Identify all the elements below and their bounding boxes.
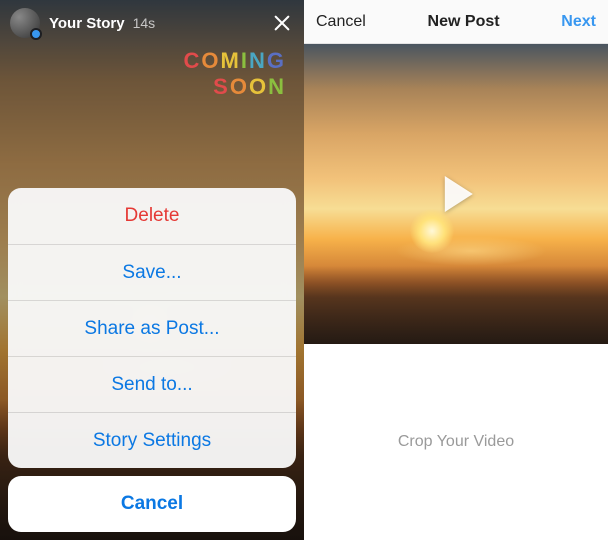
action-sheet: Delete Save... Share as Post... Send to.… [8,188,296,532]
save-button[interactable]: Save... [8,244,296,300]
send-to-button[interactable]: Send to... [8,356,296,412]
crop-panel[interactable]: Crop Your Video [304,344,608,540]
avatar[interactable] [10,8,40,38]
action-sheet-options: Delete Save... Share as Post... Send to.… [8,188,296,468]
cancel-button[interactable]: Cancel [8,476,296,532]
story-settings-button[interactable]: Story Settings [8,412,296,468]
new-post-screen: Cancel New Post Next Crop Your Video [304,0,608,540]
coming-soon-sticker: COMING SOON [184,48,286,100]
header-title: New Post [428,13,500,31]
share-as-post-button[interactable]: Share as Post... [8,300,296,356]
story-screen: Your Story 14s COMING SOON Delete Save..… [0,0,304,540]
delete-button[interactable]: Delete [8,188,296,244]
story-header: Your Story 14s [10,8,294,38]
new-post-header: Cancel New Post Next [304,0,608,44]
story-title: Your Story [49,15,125,32]
story-time: 14s [133,15,156,31]
horizon-silhouette [304,266,608,344]
video-preview[interactable] [304,44,608,344]
close-icon[interactable] [270,11,294,35]
play-icon[interactable] [445,176,473,212]
sun-reflection [395,236,547,266]
header-next-button[interactable]: Next [561,13,596,31]
header-cancel-button[interactable]: Cancel [316,13,366,31]
crop-label: Crop Your Video [398,433,514,451]
